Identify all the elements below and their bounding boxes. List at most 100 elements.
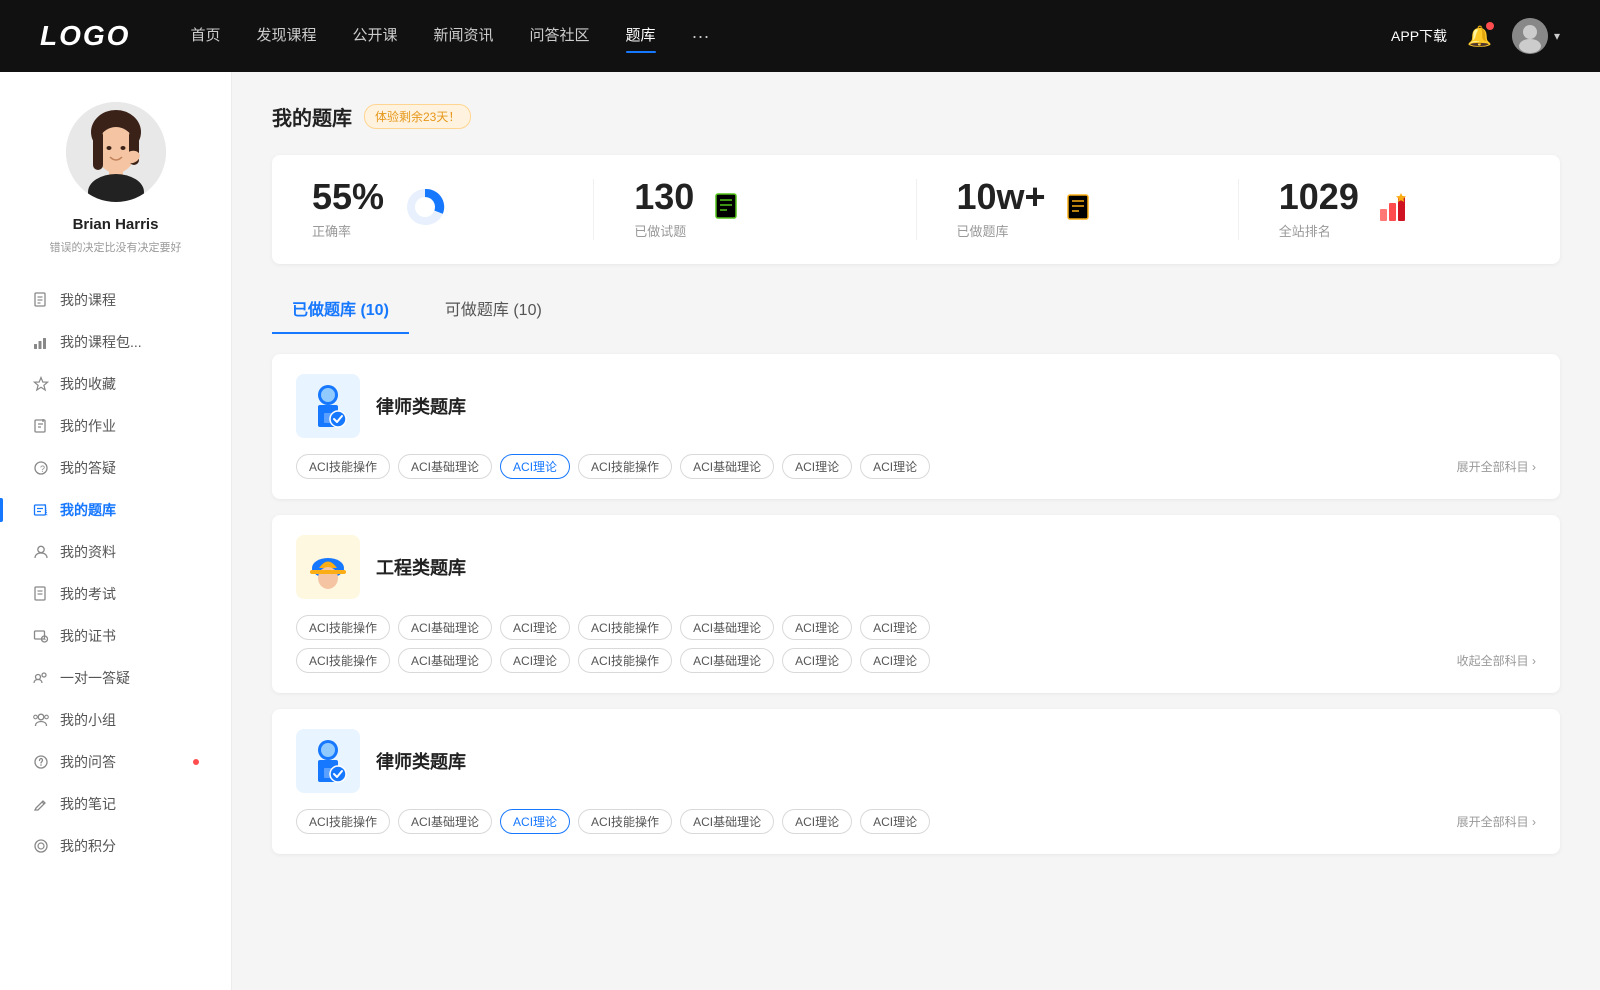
tab-done-banks[interactable]: 已做题库 (10) [272, 288, 409, 334]
tag[interactable]: ACI理论 [860, 615, 930, 640]
profile-icon [32, 544, 50, 560]
tag[interactable]: ACI基础理论 [398, 615, 492, 640]
collapse-link-engineer[interactable]: 收起全部科目 › [1457, 652, 1536, 669]
svg-text:?: ? [40, 464, 45, 474]
main-content: 我的题库 体验剩余23天！ 55% 正确率 [232, 72, 1600, 990]
user-name: Brian Harris [73, 216, 159, 233]
tag[interactable]: ACI理论 [860, 454, 930, 479]
pie-chart-icon [404, 186, 446, 233]
sidebar-label: 我的问答 [60, 752, 116, 772]
tag[interactable]: ACI技能操作 [296, 648, 390, 673]
tag[interactable]: ACI技能操作 [296, 454, 390, 479]
tag-highlighted[interactable]: ACI理论 [500, 809, 570, 834]
tag[interactable]: ACI基础理论 [398, 809, 492, 834]
sidebar-menu: 我的课程 我的课程包... 我的收藏 我的作业 [0, 279, 231, 867]
doc-icon [32, 292, 50, 308]
tab-available-banks[interactable]: 可做题库 (10) [425, 288, 562, 334]
sidebar: Brian Harris 错误的决定比没有决定要好 我的课程 我的课程包... … [0, 72, 232, 990]
notification-bell[interactable]: 🔔 [1467, 24, 1492, 49]
lawyer-icon-2 [296, 729, 360, 793]
stat-accuracy: 55% 正确率 [272, 179, 594, 240]
avatar [1512, 18, 1548, 54]
rank-icon [1379, 191, 1411, 228]
tag-highlighted[interactable]: ACI理论 [500, 454, 570, 479]
tag[interactable]: ACI技能操作 [578, 454, 672, 479]
tag[interactable]: ACI理论 [860, 809, 930, 834]
points-icon [32, 838, 50, 854]
sidebar-label: 我的资料 [60, 542, 116, 562]
sidebar-item-points[interactable]: 我的积分 [16, 825, 215, 867]
sidebar-item-my-qa[interactable]: ? 我的答疑 [16, 447, 215, 489]
tag[interactable]: ACI技能操作 [578, 809, 672, 834]
navbar: LOGO 首页 发现课程 公开课 新闻资讯 问答社区 题库 ··· APP下载 … [0, 0, 1600, 72]
sidebar-label: 我的课程包... [60, 332, 142, 352]
notification-dot [193, 759, 199, 765]
tag[interactable]: ACI技能操作 [578, 648, 672, 673]
tag[interactable]: ACI基础理论 [680, 648, 774, 673]
main-layout: Brian Harris 错误的决定比没有决定要好 我的课程 我的课程包... … [0, 72, 1600, 990]
tag[interactable]: ACI基础理论 [680, 615, 774, 640]
tag[interactable]: ACI技能操作 [296, 615, 390, 640]
tag[interactable]: ACI理论 [500, 648, 570, 673]
stat-done-questions: 130 已做试题 [594, 179, 916, 240]
sidebar-item-tutor[interactable]: 一对一答疑 [16, 657, 215, 699]
page-header: 我的题库 体验剩余23天！ [272, 102, 1560, 131]
lawyer-bank-name: 律师类题库 [376, 393, 466, 419]
sidebar-item-favorites[interactable]: 我的收藏 [16, 363, 215, 405]
engineer-bank-name: 工程类题库 [376, 554, 466, 580]
rank-label: 全站排名 [1279, 221, 1359, 240]
stat-rank: 1029 全站排名 [1239, 179, 1560, 240]
sidebar-item-exam[interactable]: 我的考试 [16, 573, 215, 615]
nav-more[interactable]: ··· [692, 26, 710, 47]
stat-done-banks: 10w+ 已做题库 [917, 179, 1239, 240]
nav-qa[interactable]: 问答社区 [530, 24, 590, 49]
sidebar-label: 我的笔记 [60, 794, 116, 814]
expand-link-lawyer-2[interactable]: 展开全部科目 › [1457, 813, 1536, 830]
accuracy-value: 55% [312, 179, 384, 215]
tag[interactable]: ACI理论 [782, 454, 852, 479]
logo[interactable]: LOGO [40, 20, 130, 52]
group-icon [32, 712, 50, 728]
engineer-icon [296, 535, 360, 599]
tag[interactable]: ACI理论 [782, 809, 852, 834]
user-motto: 错误的决定比没有决定要好 [30, 239, 202, 255]
nav-qbank[interactable]: 题库 [626, 24, 656, 49]
tutor-icon [32, 670, 50, 686]
user-avatar-menu[interactable]: ▾ [1512, 18, 1560, 54]
sidebar-item-group[interactable]: 我的小组 [16, 699, 215, 741]
expand-link-lawyer-1[interactable]: 展开全部科目 › [1457, 458, 1536, 475]
nav-home[interactable]: 首页 [190, 24, 220, 49]
sidebar-item-my-courses[interactable]: 我的课程 [16, 279, 215, 321]
accuracy-label: 正确率 [312, 221, 384, 240]
tag[interactable]: ACI技能操作 [296, 809, 390, 834]
sidebar-item-homework[interactable]: 我的作业 [16, 405, 215, 447]
tag[interactable]: ACI理论 [782, 615, 852, 640]
sidebar-item-cert[interactable]: 我的证书 [16, 615, 215, 657]
tag[interactable]: ACI理论 [500, 615, 570, 640]
tag[interactable]: ACI基础理论 [680, 809, 774, 834]
sidebar-item-course-pkg[interactable]: 我的课程包... [16, 321, 215, 363]
cert-icon [32, 628, 50, 644]
tag[interactable]: ACI基础理论 [680, 454, 774, 479]
tag[interactable]: ACI技能操作 [578, 615, 672, 640]
sidebar-label: 我的作业 [60, 416, 116, 436]
tag[interactable]: ACI基础理论 [398, 648, 492, 673]
star-icon [32, 376, 50, 392]
qbank-icon [32, 502, 50, 518]
tag[interactable]: ACI基础理论 [398, 454, 492, 479]
sidebar-item-notes[interactable]: 我的笔记 [16, 783, 215, 825]
sidebar-item-profile[interactable]: 我的资料 [16, 531, 215, 573]
rank-value: 1029 [1279, 179, 1359, 215]
tag[interactable]: ACI理论 [860, 648, 930, 673]
nav-discover[interactable]: 发现课程 [256, 24, 316, 49]
sidebar-label: 一对一答疑 [60, 668, 130, 688]
sidebar-item-question[interactable]: 我的问答 [16, 741, 215, 783]
notification-dot [1486, 22, 1494, 30]
nav-open-course[interactable]: 公开课 [352, 24, 397, 49]
sidebar-label: 我的证书 [60, 626, 116, 646]
tag[interactable]: ACI理论 [782, 648, 852, 673]
nav-news[interactable]: 新闻资讯 [434, 24, 494, 49]
app-download-button[interactable]: APP下载 [1391, 26, 1447, 46]
questions-icon [714, 190, 746, 229]
sidebar-item-qbank[interactable]: 我的题库 [16, 489, 215, 531]
